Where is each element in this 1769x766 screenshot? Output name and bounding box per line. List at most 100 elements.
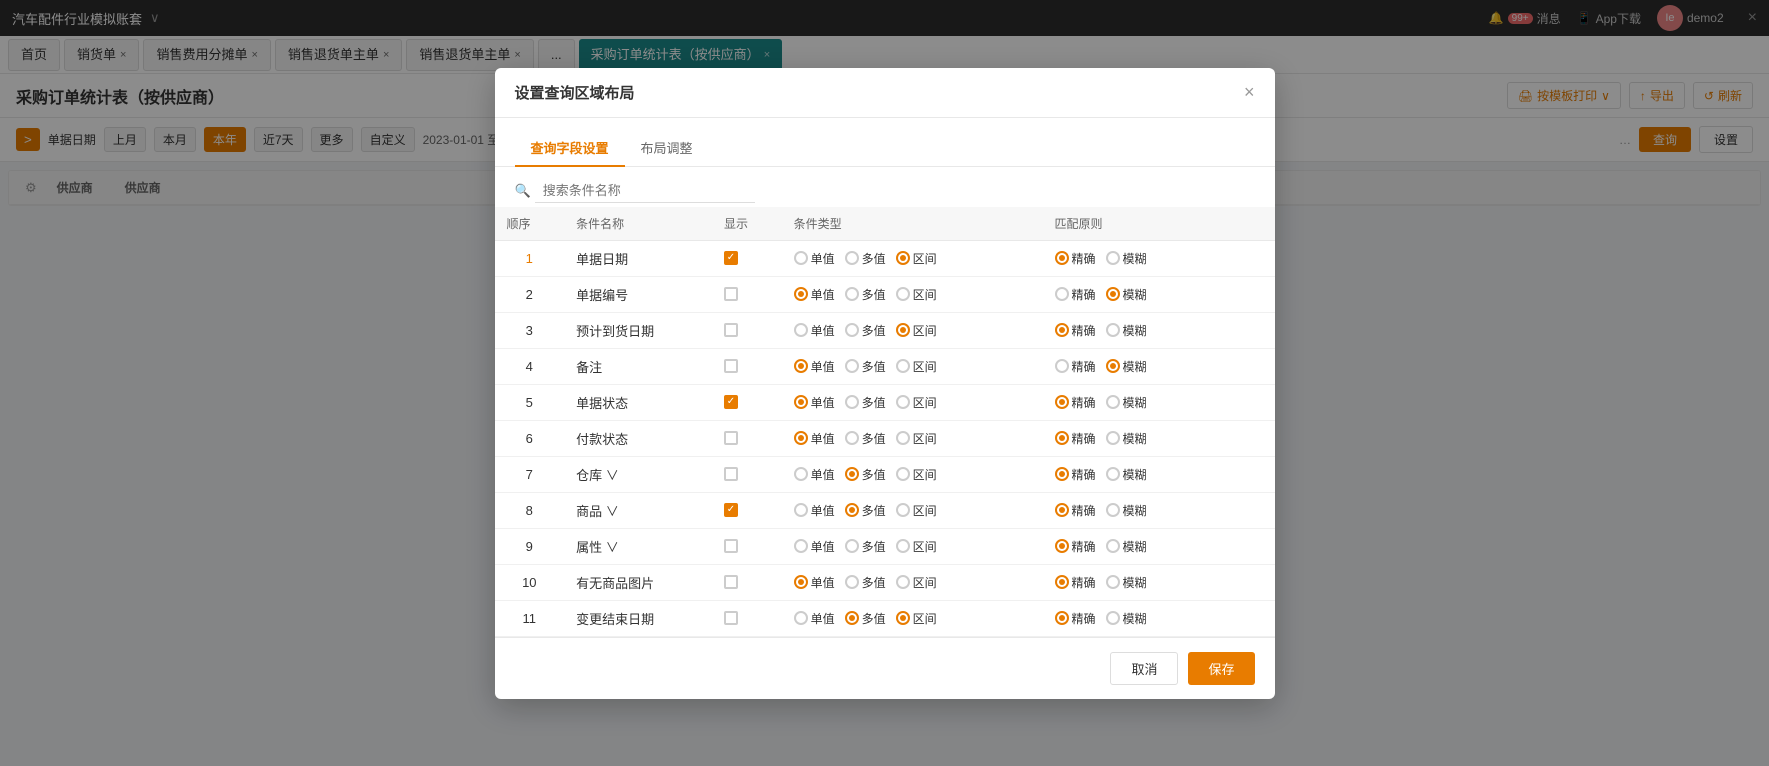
match-radio-match_exact[interactable]: 精确 <box>1055 322 1096 339</box>
row-display[interactable] <box>712 600 782 636</box>
type-radio-type_single[interactable]: 单值 <box>794 502 835 519</box>
match-radio-match_exact[interactable]: 精确 <box>1055 610 1096 627</box>
type-radio-type_single[interactable]: 单值 <box>794 322 835 339</box>
match-radio-match_exact[interactable]: 精确 <box>1055 394 1096 411</box>
type-radio-type_multi[interactable]: 多值 <box>845 430 886 447</box>
tab-field-settings[interactable]: 查询字段设置 <box>515 130 625 167</box>
radio-circle <box>896 431 910 445</box>
display-checkbox[interactable] <box>724 287 738 301</box>
type-radio-type_single[interactable]: 单值 <box>794 394 835 411</box>
type-radio-type_range[interactable]: 区间 <box>896 538 937 555</box>
row-name: 单据编号 <box>564 276 712 312</box>
modal-overlay: 设置查询区域布局 × 查询字段设置 布局调整 🔍 顺序 条件名称 显示 条件类型 <box>0 0 1769 766</box>
match-radio-match_fuzzy[interactable]: 模糊 <box>1106 430 1147 447</box>
display-checkbox[interactable] <box>724 359 738 373</box>
dialog-close-btn[interactable]: × <box>1244 83 1255 101</box>
display-checkbox[interactable] <box>724 431 738 445</box>
display-checkbox[interactable] <box>724 539 738 553</box>
radio-circle <box>845 467 859 481</box>
match-radio-match_exact[interactable]: 精确 <box>1055 430 1096 447</box>
type-radio-type_range[interactable]: 区间 <box>896 358 937 375</box>
match-radio-match_fuzzy[interactable]: 模糊 <box>1106 466 1147 483</box>
type-radio-type_multi[interactable]: 多值 <box>845 538 886 555</box>
match-radio-match_fuzzy[interactable]: 模糊 <box>1106 538 1147 555</box>
display-checkbox[interactable] <box>724 395 738 409</box>
row-type: 单值多值区间 <box>782 240 1043 276</box>
row-order: 4 <box>495 348 565 384</box>
row-display[interactable] <box>712 420 782 456</box>
type-radio-type_range[interactable]: 区间 <box>896 574 937 591</box>
type-radio-type_range[interactable]: 区间 <box>896 430 937 447</box>
type-radio-type_multi[interactable]: 多值 <box>845 250 886 267</box>
type-radio-type_range[interactable]: 区间 <box>896 250 937 267</box>
match-radio-match_fuzzy[interactable]: 模糊 <box>1106 250 1147 267</box>
match-radio-match_exact[interactable]: 精确 <box>1055 538 1096 555</box>
row-display[interactable] <box>712 312 782 348</box>
type-radio-type_multi[interactable]: 多值 <box>845 610 886 627</box>
match-radio-match_fuzzy[interactable]: 模糊 <box>1106 574 1147 591</box>
radio-circle <box>794 503 808 517</box>
display-checkbox[interactable] <box>724 611 738 625</box>
tab-layout-adjust[interactable]: 布局调整 <box>625 130 709 167</box>
type-radio-type_multi[interactable]: 多值 <box>845 286 886 303</box>
match-radio-match_fuzzy[interactable]: 模糊 <box>1106 286 1147 303</box>
row-display[interactable] <box>712 240 782 276</box>
match-radio-match_fuzzy[interactable]: 模糊 <box>1106 358 1147 375</box>
row-display[interactable] <box>712 456 782 492</box>
type-radio-type_single[interactable]: 单值 <box>794 430 835 447</box>
display-checkbox[interactable] <box>724 467 738 481</box>
type-radio-type_single[interactable]: 单值 <box>794 358 835 375</box>
match-radio-match_fuzzy[interactable]: 模糊 <box>1106 502 1147 519</box>
save-button[interactable]: 保存 <box>1188 652 1254 685</box>
type-radio-type_multi[interactable]: 多值 <box>845 574 886 591</box>
match-radio-match_exact[interactable]: 精确 <box>1055 286 1096 303</box>
row-display[interactable] <box>712 276 782 312</box>
row-order: 2 <box>495 276 565 312</box>
type-radio-type_range[interactable]: 区间 <box>896 286 937 303</box>
type-radio-type_multi[interactable]: 多值 <box>845 394 886 411</box>
radio-circle <box>1106 323 1120 337</box>
row-type: 单值多值区间 <box>782 312 1043 348</box>
type-radio-type_range[interactable]: 区间 <box>896 466 937 483</box>
search-input[interactable] <box>535 179 755 203</box>
type-radio-type_range[interactable]: 区间 <box>896 610 937 627</box>
row-order: 10 <box>495 564 565 600</box>
match-radio-match_fuzzy[interactable]: 模糊 <box>1106 394 1147 411</box>
row-name: 单据日期 <box>564 240 712 276</box>
type-radio-type_single[interactable]: 单值 <box>794 538 835 555</box>
type-radio-type_single[interactable]: 单值 <box>794 574 835 591</box>
match-radio-match_exact[interactable]: 精确 <box>1055 502 1096 519</box>
row-match: 精确模糊 <box>1043 312 1275 348</box>
row-display[interactable] <box>712 348 782 384</box>
match-radio-match_exact[interactable]: 精确 <box>1055 250 1096 267</box>
type-radio-type_multi[interactable]: 多值 <box>845 502 886 519</box>
display-checkbox[interactable] <box>724 503 738 517</box>
match-radio-match_fuzzy[interactable]: 模糊 <box>1106 610 1147 627</box>
row-display[interactable] <box>712 564 782 600</box>
row-match: 精确模糊 <box>1043 348 1275 384</box>
type-radio-type_multi[interactable]: 多值 <box>845 322 886 339</box>
radio-circle <box>1106 611 1120 625</box>
type-radio-type_multi[interactable]: 多值 <box>845 358 886 375</box>
type-radio-type_range[interactable]: 区间 <box>896 322 937 339</box>
display-checkbox[interactable] <box>724 251 738 265</box>
match-radio-match_fuzzy[interactable]: 模糊 <box>1106 322 1147 339</box>
match-radio-match_exact[interactable]: 精确 <box>1055 574 1096 591</box>
type-radio-type_range[interactable]: 区间 <box>896 394 937 411</box>
type-radio-type_single[interactable]: 单值 <box>794 610 835 627</box>
cancel-button[interactable]: 取消 <box>1110 652 1178 685</box>
type-radio-type_range[interactable]: 区间 <box>896 502 937 519</box>
type-radio-type_single[interactable]: 单值 <box>794 466 835 483</box>
match-radio-match_exact[interactable]: 精确 <box>1055 466 1096 483</box>
row-display[interactable] <box>712 492 782 528</box>
display-checkbox[interactable] <box>724 323 738 337</box>
type-radio-type_multi[interactable]: 多值 <box>845 466 886 483</box>
match-radio-match_exact[interactable]: 精确 <box>1055 358 1096 375</box>
row-match: 精确模糊 <box>1043 564 1275 600</box>
display-checkbox[interactable] <box>724 575 738 589</box>
row-display[interactable] <box>712 384 782 420</box>
row-display[interactable] <box>712 528 782 564</box>
radio-circle <box>1055 575 1069 589</box>
type-radio-type_single[interactable]: 单值 <box>794 250 835 267</box>
type-radio-type_single[interactable]: 单值 <box>794 286 835 303</box>
